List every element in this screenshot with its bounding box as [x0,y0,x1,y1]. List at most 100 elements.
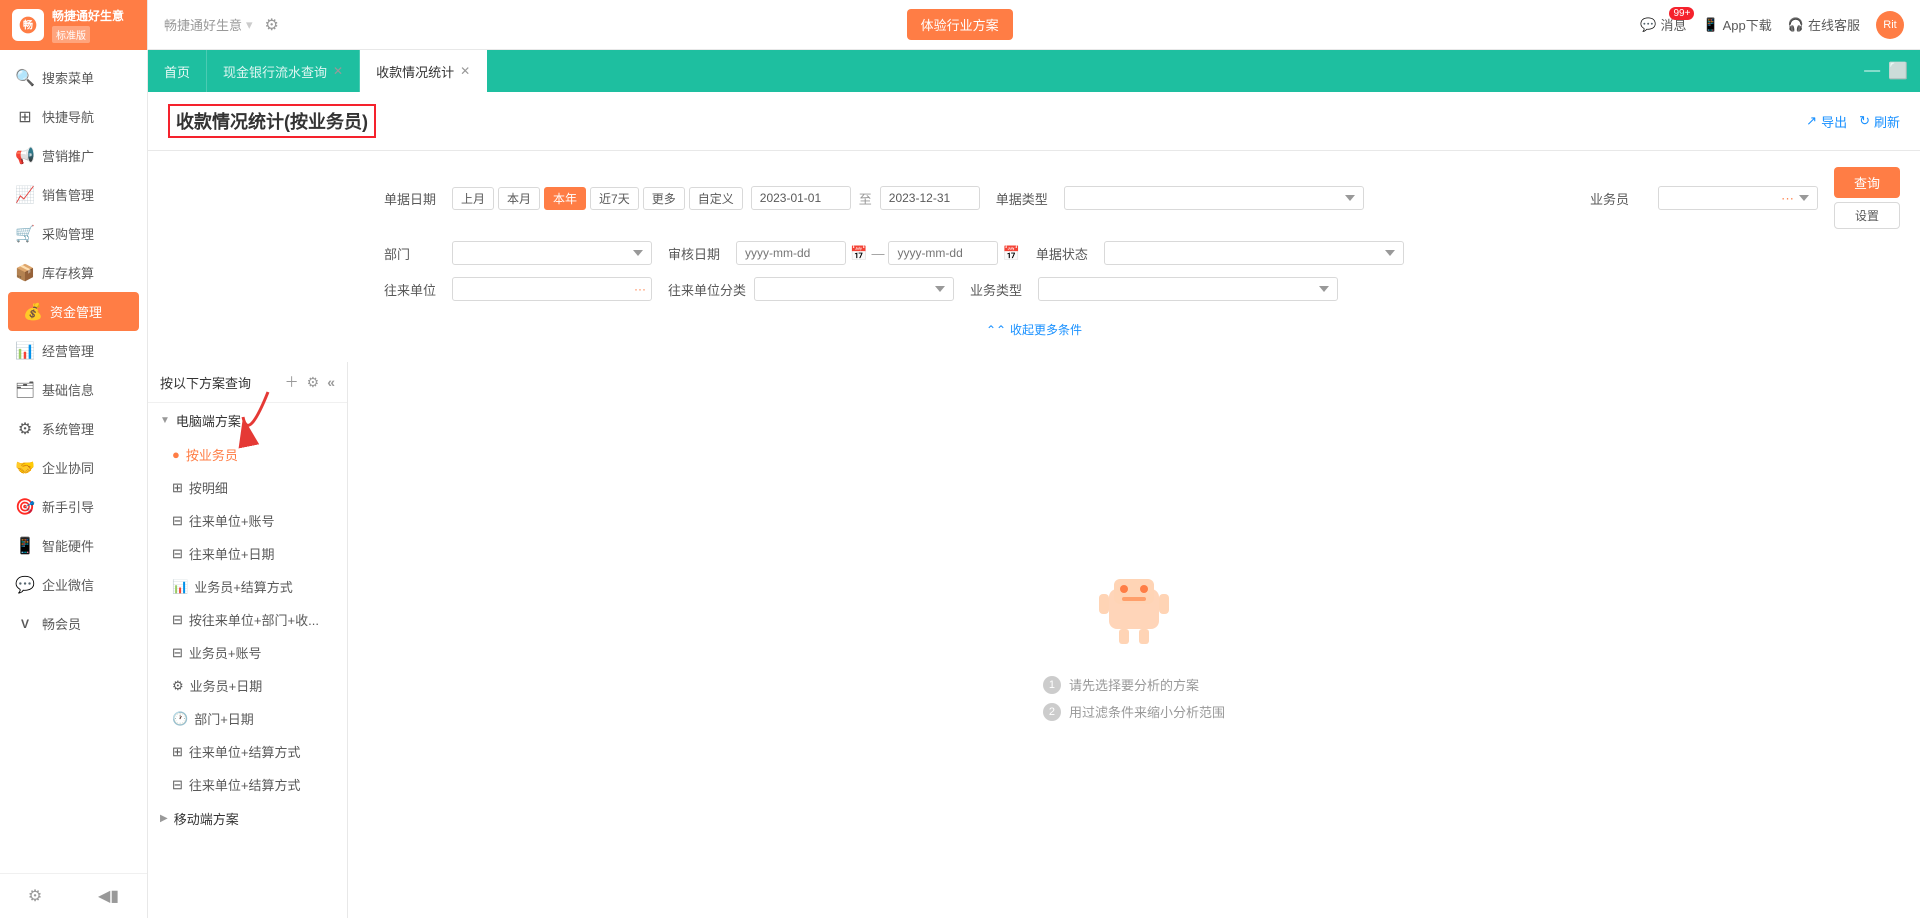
header-right: 💬 消息 99+ 📱 App下载 🎧 在线客服 Rit [1640,11,1904,39]
sidebar: 畅 畅捷通好生意 标准版 🔍 搜索菜单 ⊞ 快捷导航 📢 营销推广 📈 销售管理… [0,0,148,918]
review-date-start-input[interactable] [736,241,846,265]
sidebar-item-inventory[interactable]: 📦 库存核算 [0,253,147,292]
breadcrumb: 畅捷通好生意 ▾ [164,15,253,34]
date-btn-7days[interactable]: 近7天 [590,187,639,210]
sidebar-item-purchase[interactable]: 🛒 采购管理 [0,214,147,253]
logo-icon: 畅 [12,9,44,41]
settings-button[interactable]: 设置 [1834,202,1900,229]
tab-collection[interactable]: 收款情况统计 ✕ [360,50,487,92]
sidebar-item-label: 采购管理 [42,224,94,243]
sidebar-item-operations[interactable]: 📊 经营管理 [0,331,147,370]
breadcrumb-text: 畅捷通好生意 [164,15,242,34]
collapse-more-button[interactable]: ⌃⌃ 收起更多条件 [168,313,1900,346]
sidebar-item-member[interactable]: V 畅会员 [0,604,147,643]
export-icon: ↗ [1806,113,1817,129]
scheme-pc-group-header[interactable]: ▼ 电脑端方案 [148,403,347,438]
app-download-button[interactable]: 📱 App下载 [1702,15,1771,34]
sidebar-item-guide[interactable]: 🎯 新手引导 [0,487,147,526]
counterpart-category-label: 往来单位分类 [668,280,746,299]
date-btn-last-month[interactable]: 上月 [452,187,494,210]
sidebar-item-label: 新手引导 [42,497,94,516]
scheme-add-button[interactable]: ＋ [285,372,299,392]
tab-maximize-icon[interactable]: ⬜ [1888,61,1908,81]
sidebar-nav: 🔍 搜索菜单 ⊞ 快捷导航 📢 营销推广 📈 销售管理 🛒 采购管理 📦 库存核… [0,50,147,873]
tip-num-2: 2 [1043,703,1061,721]
scheme-item-counterpart-settlement1[interactable]: ⊞ 往来单位+结算方式 [148,735,347,768]
scheme-mobile-group-label: 移动端方案 [174,809,239,828]
date-end-input[interactable] [880,186,980,210]
scheme-item-detail[interactable]: ⊞ 按明细 [148,471,347,504]
sidebar-collapse-btn[interactable]: ◀▮ [98,886,119,906]
sidebar-item-label: 智能硬件 [42,536,94,555]
scheme-item-label: 往来单位+结算方式 [189,775,301,794]
scheme-item-counterpart-dept[interactable]: ⊟ 按往来单位+部门+收... [148,603,347,636]
page-content: 收款情况统计(按业务员) ↗ 导出 ↻ 刷新 单据日期 [148,92,1920,918]
scheme-collapse-button[interactable]: « [327,374,335,390]
scheme-item-salesperson-date[interactable]: ⚙ 业务员+日期 [148,669,347,702]
scheme-icon-8: ⚙ [172,678,184,694]
sidebar-item-quick-nav[interactable]: ⊞ 快捷导航 [0,97,147,136]
scheme-item-counterpart-account[interactable]: ⊟ 往来单位+账号 [148,504,347,537]
tab-home[interactable]: 首页 [148,50,207,92]
counterpart-more-icon[interactable]: ··· [634,282,646,296]
scheme-item-salesperson[interactable]: ● 按业务员 [148,438,347,471]
trial-button[interactable]: 体验行业方案 [907,9,1013,40]
tab-bank-flow-close-icon[interactable]: ✕ [333,64,343,78]
online-service-label: 在线客服 [1808,15,1860,34]
date-btn-this-year[interactable]: 本年 [544,187,586,210]
review-date-inputs: 📅 — 📅 [736,241,1020,265]
marketing-icon: 📢 [16,147,34,165]
scheme-item-counterpart-settlement2[interactable]: ⊟ 往来单位+结算方式 [148,768,347,801]
user-avatar[interactable]: Rit [1876,11,1904,39]
scheme-settings-button[interactable]: ⚙ [307,374,320,391]
scheme-icon-4: ⊟ [172,546,183,562]
date-label: 单据日期 [384,189,444,208]
tab-bank-flow[interactable]: 现金银行流水查询 ✕ [207,50,360,92]
date-start-input[interactable] [751,186,851,210]
date-btn-custom[interactable]: 自定义 [689,187,743,210]
gear-icon[interactable]: ⚙ [265,15,279,35]
department-select[interactable] [452,241,652,265]
sidebar-item-smart-hw[interactable]: 📱 智能硬件 [0,526,147,565]
tab-right-buttons: — ⬜ [1852,50,1920,92]
sidebar-item-marketing[interactable]: 📢 营销推广 [0,136,147,175]
sidebar-settings-btn[interactable]: ⚙ [28,886,42,906]
salesperson-more-icon[interactable]: ··· [1781,191,1794,206]
scheme-item-salesperson-account[interactable]: ⊟ 业务员+账号 [148,636,347,669]
voucher-status-select[interactable] [1104,241,1404,265]
scheme-item-counterpart-date[interactable]: ⊟ 往来单位+日期 [148,537,347,570]
scheme-detail-icon: ⊞ [172,480,183,496]
sidebar-item-label: 资金管理 [50,302,102,321]
scheme-mobile-group-header[interactable]: ▶ 移动端方案 [148,801,347,836]
sidebar-item-finance[interactable]: 💰 资金管理 [8,292,139,331]
sidebar-item-system[interactable]: ⚙ 系统管理 [0,409,147,448]
date-btn-more[interactable]: 更多 [643,187,685,210]
sidebar-item-search-menu[interactable]: 🔍 搜索菜单 [0,58,147,97]
member-icon: V [16,615,34,633]
sidebar-item-wechat[interactable]: 💬 企业微信 [0,565,147,604]
message-button[interactable]: 💬 消息 99+ [1640,15,1686,34]
business-type-select[interactable] [1038,277,1338,301]
sidebar-item-sales[interactable]: 📈 销售管理 [0,175,147,214]
tab-collection-close-icon[interactable]: ✕ [460,64,470,78]
tab-minimize-icon[interactable]: — [1864,62,1880,80]
online-service-button[interactable]: 🎧 在线客服 [1788,15,1860,34]
placeholder-tips: 1 请先选择要分析的方案 2 用过滤条件来缩小分析范围 [1043,675,1225,721]
review-date-end-input[interactable] [888,241,998,265]
scheme-item-dept-date[interactable]: 🕐 部门+日期 [148,702,347,735]
date-btn-this-month[interactable]: 本月 [498,187,540,210]
scheme-item-label: 按业务员 [186,445,238,464]
scheme-item-label: 往来单位+日期 [189,544,275,563]
scheme-item-salesperson-settlement[interactable]: 📊 业务员+结算方式 [148,570,347,603]
sidebar-item-basic-info[interactable]: 🗂 基础信息 [0,370,147,409]
query-button[interactable]: 查询 [1834,167,1900,198]
counterpart-input[interactable] [452,277,652,301]
sidebar-item-enterprise[interactable]: 🤝 企业协同 [0,448,147,487]
tab-bank-flow-label: 现金银行流水查询 [223,62,327,81]
export-button[interactable]: ↗ 导出 [1806,112,1847,131]
review-date-label: 审核日期 [668,244,728,263]
salesperson-select[interactable] [1658,186,1818,210]
voucher-type-select[interactable] [1064,186,1364,210]
refresh-button[interactable]: ↻ 刷新 [1859,112,1900,131]
counterpart-category-select[interactable] [754,277,954,301]
